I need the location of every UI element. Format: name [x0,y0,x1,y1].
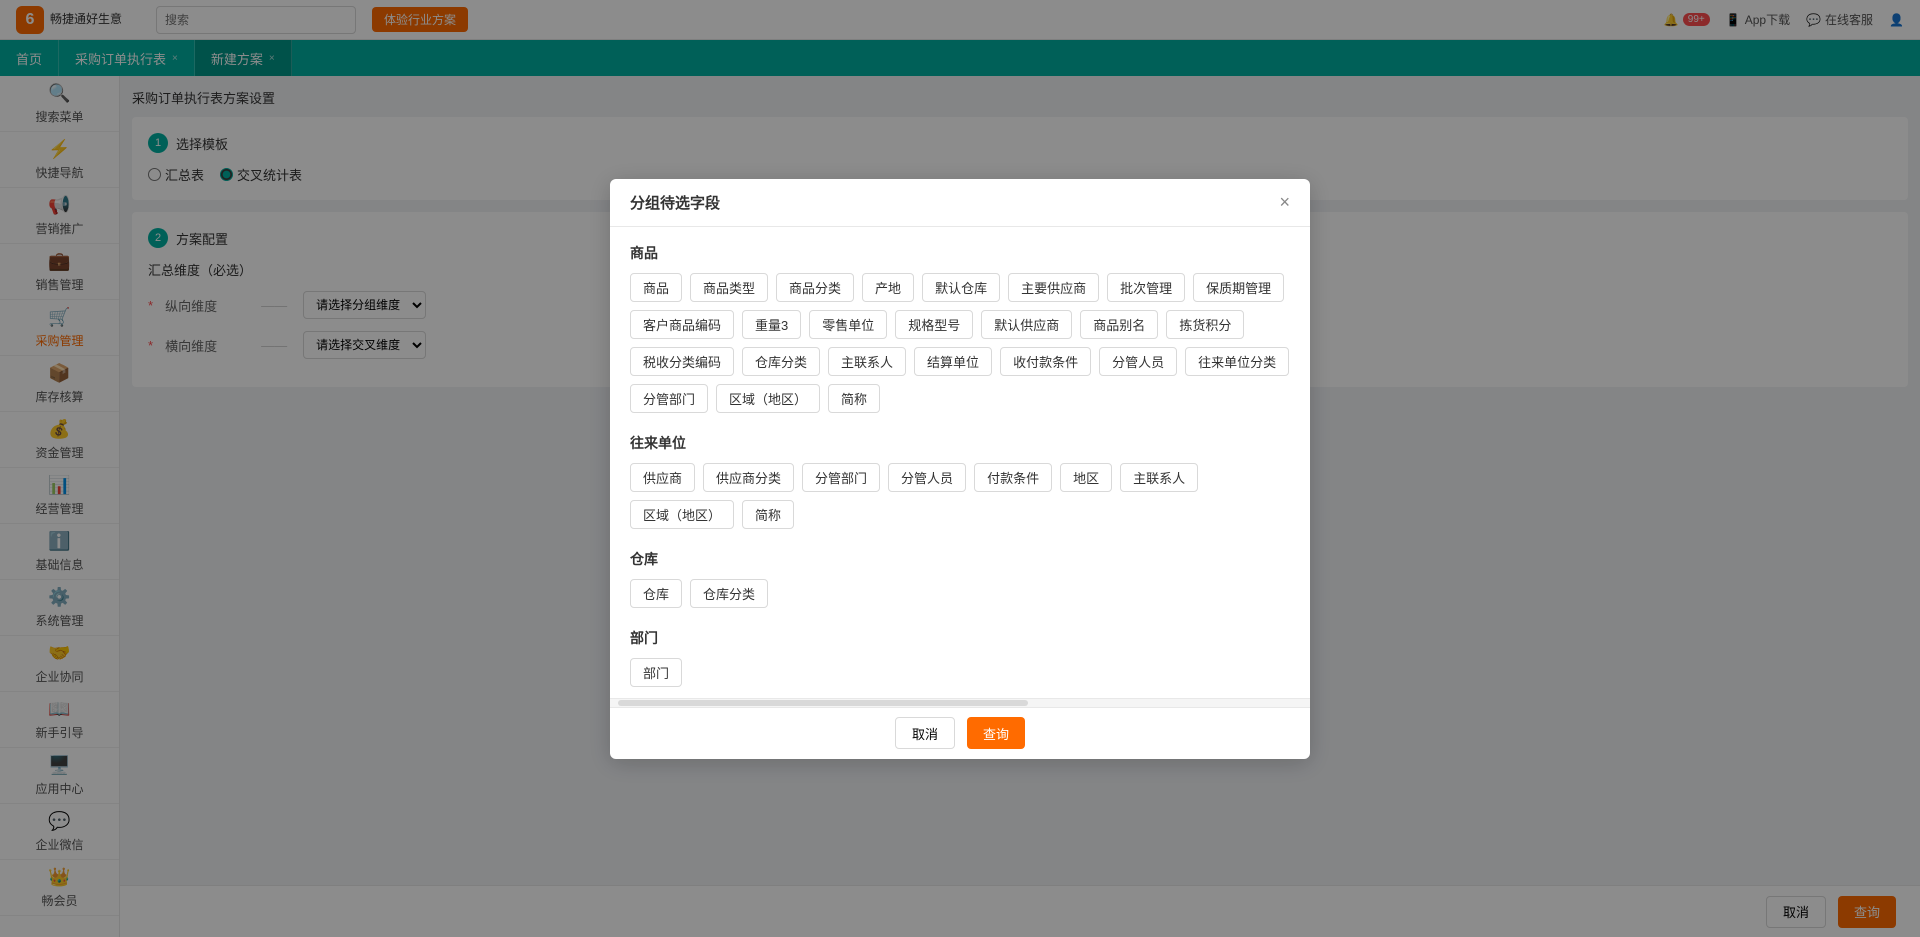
field-tag-product-批次管理[interactable]: 批次管理 [1107,273,1185,302]
field-tag-product-客户商品编码[interactable]: 客户商品编码 [630,310,734,339]
field-tag-product-零售单位[interactable]: 零售单位 [809,310,887,339]
field-tag-warehouse-仓库分类[interactable]: 仓库分类 [690,579,768,608]
section-department-tags: 部门 [630,658,1290,687]
field-section-partner: 往来单位 供应商 供应商分类 分管部门 分管人员 付款条件 地区 主联系人 区域… [630,433,1290,529]
field-tag-partner-区域地区[interactable]: 区域（地区） [630,500,734,529]
section-partner-tags: 供应商 供应商分类 分管部门 分管人员 付款条件 地区 主联系人 区域（地区） … [630,463,1290,529]
section-department-title: 部门 [630,628,1290,648]
field-tag-product-重量3[interactable]: 重量3 [742,310,801,339]
field-tag-product-主联系人[interactable]: 主联系人 [828,347,906,376]
section-warehouse-title: 仓库 [630,549,1290,569]
field-tag-product-分管人员[interactable]: 分管人员 [1099,347,1177,376]
field-tag-product-商品类型[interactable]: 商品类型 [690,273,768,302]
field-tag-product-税收分类编码[interactable]: 税收分类编码 [630,347,734,376]
section-product-tags: 商品 商品类型 商品分类 产地 默认仓库 主要供应商 批次管理 保质期管理 客户… [630,273,1290,413]
modal-footer: 取消 查询 [610,707,1310,759]
field-tag-partner-供应商[interactable]: 供应商 [630,463,695,492]
modal-body: 商品 商品 商品类型 商品分类 产地 默认仓库 主要供应商 批次管理 保质期管理… [610,227,1310,699]
section-warehouse-tags: 仓库 仓库分类 [630,579,1290,608]
field-tag-product-商品[interactable]: 商品 [630,273,682,302]
field-tag-partner-简称[interactable]: 简称 [742,500,794,529]
field-tag-product-往来单位分类[interactable]: 往来单位分类 [1185,347,1289,376]
modal-header: 分组待选字段 × [610,179,1310,227]
modal-hscroll [610,698,1310,706]
field-tag-product-主要供应商[interactable]: 主要供应商 [1008,273,1099,302]
modal-confirm-button[interactable]: 查询 [967,717,1025,749]
field-tag-partner-地区[interactable]: 地区 [1060,463,1112,492]
modal-cancel-button[interactable]: 取消 [895,717,955,749]
field-section-product: 商品 商品 商品类型 商品分类 产地 默认仓库 主要供应商 批次管理 保质期管理… [630,243,1290,413]
field-tag-product-仓库分类[interactable]: 仓库分类 [742,347,820,376]
field-tag-department-部门[interactable]: 部门 [630,658,682,687]
modal-hscroll-bar [618,700,1028,706]
field-tag-product-默认仓库[interactable]: 默认仓库 [922,273,1000,302]
field-tag-product-商品分类[interactable]: 商品分类 [776,273,854,302]
field-tag-product-简称[interactable]: 简称 [828,384,880,413]
field-tag-product-区域地区[interactable]: 区域（地区） [716,384,820,413]
field-tag-partner-分管部门[interactable]: 分管部门 [802,463,880,492]
field-tag-product-产地[interactable]: 产地 [862,273,914,302]
field-tag-product-规格型号[interactable]: 规格型号 [895,310,973,339]
field-tag-product-商品别名[interactable]: 商品别名 [1080,310,1158,339]
field-section-warehouse: 仓库 仓库 仓库分类 [630,549,1290,608]
field-tag-partner-分管人员[interactable]: 分管人员 [888,463,966,492]
field-tag-product-保质期管理[interactable]: 保质期管理 [1193,273,1284,302]
modal-overlay: 分组待选字段 × 商品 商品 商品类型 商品分类 产地 默认仓库 主要供应商 批… [0,0,1920,937]
modal-title: 分组待选字段 [630,192,720,213]
section-partner-title: 往来单位 [630,433,1290,453]
modal-close-icon[interactable]: × [1279,192,1290,213]
field-tag-partner-供应商分类[interactable]: 供应商分类 [703,463,794,492]
modal: 分组待选字段 × 商品 商品 商品类型 商品分类 产地 默认仓库 主要供应商 批… [610,179,1310,759]
field-tag-partner-主联系人[interactable]: 主联系人 [1120,463,1198,492]
field-section-department: 部门 部门 [630,628,1290,687]
field-tag-product-结算单位[interactable]: 结算单位 [914,347,992,376]
field-tag-partner-付款条件[interactable]: 付款条件 [974,463,1052,492]
section-product-title: 商品 [630,243,1290,263]
field-tag-warehouse-仓库[interactable]: 仓库 [630,579,682,608]
field-tag-product-收付款条件[interactable]: 收付款条件 [1000,347,1091,376]
field-tag-product-分管部门[interactable]: 分管部门 [630,384,708,413]
field-tag-product-拣货积分[interactable]: 拣货积分 [1166,310,1244,339]
field-tag-product-默认供应商[interactable]: 默认供应商 [981,310,1072,339]
